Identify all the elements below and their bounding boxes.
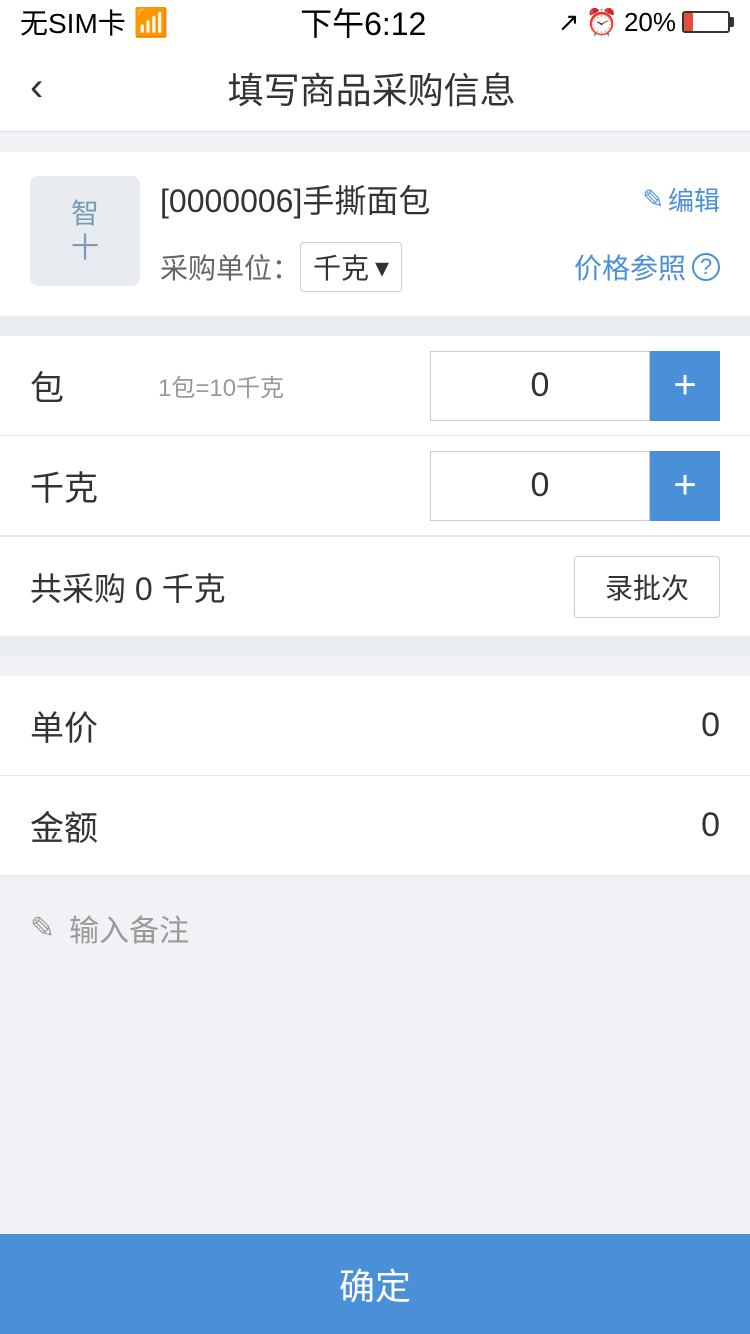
section-divider-1 — [0, 316, 750, 336]
time-display: 下午6:12 — [300, 0, 426, 45]
product-card: 智 十 [0000006]手撕面包 ✎ 编辑 采购单位： 千克 ▾ 价格参照 ? — [0, 152, 750, 316]
nav-bar: ‹ 填写商品采购信息 — [0, 44, 750, 132]
section-divider-2 — [0, 636, 750, 656]
bag-number-input[interactable] — [430, 351, 650, 421]
amount-value: 0 — [701, 806, 720, 845]
unit-row: 采购单位： 千克 ▾ 价格参照 ? — [160, 242, 720, 292]
amount-label: 金额 — [30, 801, 98, 850]
summary-text: 共采购 0 千克 — [30, 564, 226, 610]
unit-label: 采购单位： — [160, 247, 300, 287]
bottom-spacer — [0, 980, 750, 1180]
chevron-down-icon: ▾ — [375, 251, 389, 284]
edit-icon: ✎ — [642, 184, 664, 215]
pencil-icon: ✎ — [30, 911, 55, 946]
bag-label: 包 — [30, 361, 150, 410]
unit-dropdown[interactable]: 千克 ▾ — [300, 242, 402, 292]
product-name-row: [0000006]手撕面包 ✎ 编辑 — [160, 176, 720, 222]
help-icon: ? — [692, 253, 720, 281]
notes-section[interactable]: ✎ 输入备注 — [0, 876, 750, 980]
product-image: 智 十 — [30, 176, 140, 286]
price-reference-button[interactable]: 价格参照 ? — [574, 247, 720, 287]
bag-plus-button[interactable]: + — [650, 351, 720, 421]
bag-input-group: + — [430, 351, 720, 421]
kg-label: 千克 — [30, 461, 150, 510]
battery-fill — [684, 13, 693, 31]
input-section: 包 1包=10千克 + 千克 + — [0, 336, 750, 536]
edit-button[interactable]: ✎ 编辑 — [642, 181, 720, 218]
wifi-icon: 📶 — [134, 6, 169, 39]
batch-button[interactable]: 录批次 — [574, 556, 720, 618]
back-button[interactable]: ‹ — [30, 65, 63, 110]
unit-select-group: 采购单位： 千克 ▾ — [160, 242, 402, 292]
location-icon: ↗ — [558, 7, 580, 38]
product-logo: 智 十 — [71, 197, 99, 264]
status-right: ↗ ⏰ 20% — [558, 7, 730, 38]
kg-input-row: 千克 + — [0, 436, 750, 536]
page-title: 填写商品采购信息 — [63, 62, 680, 114]
notes-placeholder: 输入备注 — [69, 906, 189, 950]
bag-sublabel: 1包=10千克 — [158, 368, 284, 403]
kg-plus-button[interactable]: + — [650, 451, 720, 521]
unit-price-value: 0 — [701, 706, 720, 745]
alarm-icon: ⏰ — [586, 7, 618, 38]
unit-price-label: 单价 — [30, 701, 98, 750]
status-left: 无SIM卡 📶 — [20, 2, 169, 42]
battery-indicator — [682, 11, 730, 33]
amount-row: 金额 0 — [0, 776, 750, 876]
price-section: 单价 0 金额 0 — [0, 676, 750, 876]
status-bar: 无SIM卡 📶 下午6:12 ↗ ⏰ 20% — [0, 0, 750, 44]
summary-row: 共采购 0 千克 录批次 — [0, 536, 750, 636]
product-info: [0000006]手撕面包 ✎ 编辑 采购单位： 千克 ▾ 价格参照 ? — [160, 176, 720, 292]
carrier-text: 无SIM卡 — [20, 2, 126, 42]
confirm-button[interactable]: 确定 — [0, 1234, 750, 1334]
bag-input-row: 包 1包=10千克 + — [0, 336, 750, 436]
kg-input-group: + — [430, 451, 720, 521]
kg-number-input[interactable] — [430, 451, 650, 521]
unit-price-row: 单价 0 — [0, 676, 750, 776]
battery-percent: 20% — [624, 7, 676, 38]
product-name: [0000006]手撕面包 — [160, 176, 430, 222]
